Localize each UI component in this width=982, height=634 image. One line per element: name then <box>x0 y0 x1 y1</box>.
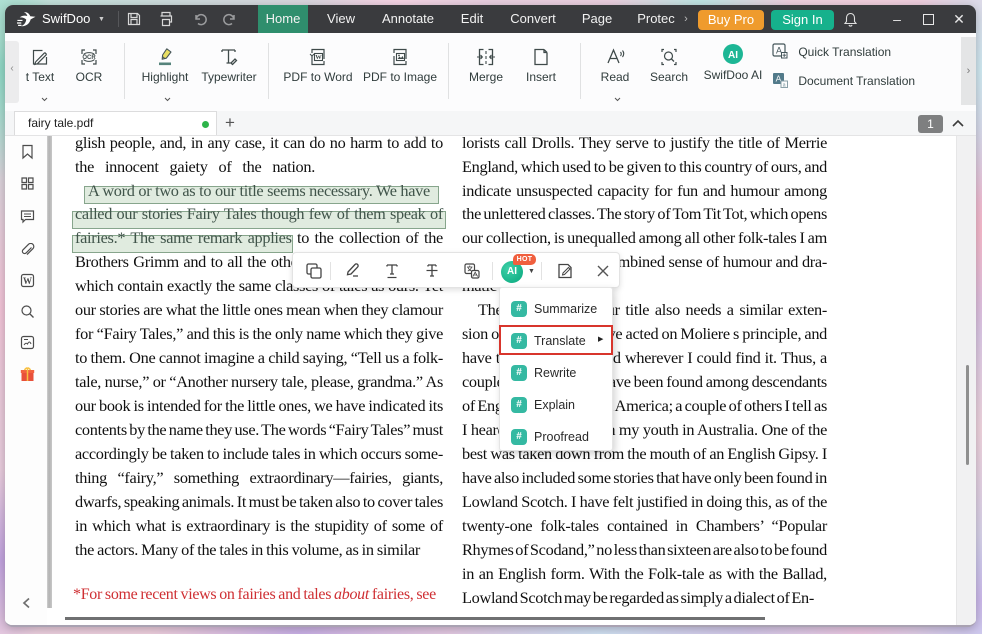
svg-text:W: W <box>23 276 32 286</box>
svg-text:a: a <box>783 82 786 88</box>
svg-text:AI: AI <box>728 50 738 61</box>
svg-text:W: W <box>315 54 322 61</box>
svg-text:OCR: OCR <box>82 55 96 61</box>
